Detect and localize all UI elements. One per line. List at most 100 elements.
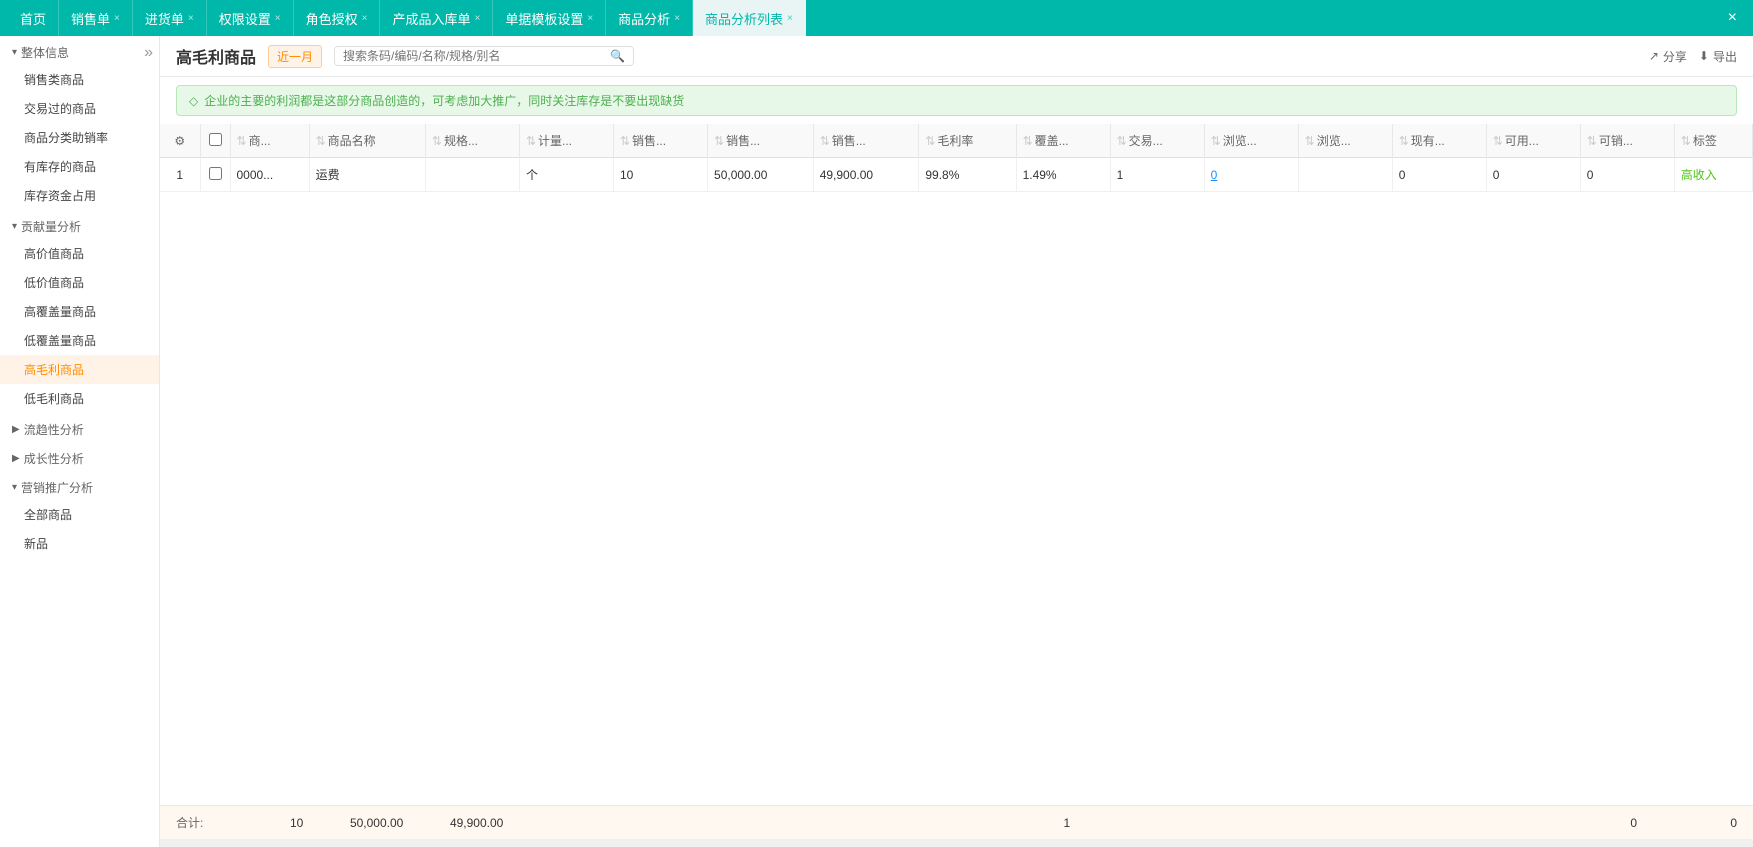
nav-goods-analysis-list[interactable]: 商品分析列表 × — [693, 0, 806, 36]
bottom-scrollbar[interactable] — [160, 839, 1753, 847]
col-header-name[interactable]: ⇅商品名称 — [309, 124, 425, 158]
nav-purchase-order[interactable]: 进货单 × — [133, 0, 207, 36]
period-button[interactable]: 近一月 — [268, 45, 322, 68]
table-footer: 合计: 10 50,000.00 49,900.00 1 0 0 — [160, 805, 1753, 839]
close-analysis-icon[interactable]: × — [674, 13, 680, 24]
close-permission-icon[interactable]: × — [275, 13, 281, 24]
share-icon: ↗ — [1649, 49, 1659, 63]
header-actions: ↗ 分享 ⬇ 导出 — [1649, 48, 1737, 65]
sidebar-group-contribution[interactable]: ▾ 贡献量分析 — [0, 210, 159, 239]
sidebar-group-overall[interactable]: ▾ 整体信息 — [0, 36, 159, 65]
arrow-right-icon: ▶ — [12, 424, 20, 435]
page-title: 高毛利商品 — [176, 44, 256, 68]
close-purchase-order-icon[interactable]: × — [188, 13, 194, 24]
cell-available: 0 — [1486, 158, 1580, 192]
close-analysis-list-icon[interactable]: × — [787, 13, 793, 24]
sidebar: » ▾ 整体信息 销售类商品 交易过的商品 商品分类助销率 有库存的商品 库存资… — [0, 36, 160, 847]
footer-sales2: 50,000.00 — [323, 816, 403, 830]
cell-sales3: 49,900.00 — [813, 158, 919, 192]
col-header-current[interactable]: ⇅现有... — [1392, 124, 1486, 158]
cell-coverage: 1.49% — [1016, 158, 1110, 192]
close-sales-order-icon[interactable]: × — [114, 13, 120, 24]
col-header-sales1[interactable]: ⇅销售... — [613, 124, 707, 158]
select-all-checkbox[interactable] — [209, 133, 222, 146]
cell-code: 0000... — [230, 158, 309, 192]
sidebar-group-trend[interactable]: ▶ 流趋性分析 — [0, 413, 159, 442]
cell-current: 0 — [1392, 158, 1486, 192]
nav-home[interactable]: 首页 — [8, 0, 59, 36]
table-row: 1 0000... 运费 个 10 50,000.00 49,900.00 99… — [160, 158, 1753, 192]
arrow-down-icon3: ▾ — [12, 482, 17, 493]
search-input[interactable] — [343, 49, 604, 63]
col-header-margin[interactable]: ⇅毛利率 — [919, 124, 1016, 158]
cell-sales2: 50,000.00 — [708, 158, 814, 192]
cell-unit: 个 — [519, 158, 613, 192]
info-icon: ◇ — [189, 94, 198, 108]
close-warehouse-icon[interactable]: × — [474, 13, 480, 24]
cell-trade: 1 — [1110, 158, 1204, 192]
col-header-sales3[interactable]: ⇅销售... — [813, 124, 919, 158]
cell-name: 运费 — [309, 158, 425, 192]
sidebar-item-high-coverage[interactable]: 高覆盖量商品 — [0, 297, 159, 326]
sidebar-item-in-stock[interactable]: 有库存的商品 — [0, 152, 159, 181]
sidebar-group-marketing[interactable]: ▾ 营销推广分析 — [0, 471, 159, 500]
col-header-seq[interactable]: ⚙ — [160, 124, 200, 158]
footer-sales1: 10 — [223, 816, 303, 830]
footer-trade: 1 — [990, 816, 1070, 830]
col-header-trade[interactable]: ⇅交易... — [1110, 124, 1204, 158]
footer-available: 0 — [1657, 816, 1737, 830]
sidebar-item-low-coverage[interactable]: 低覆盖量商品 — [0, 326, 159, 355]
sidebar-item-new-goods[interactable]: 新品 — [0, 529, 159, 558]
sidebar-collapse-button[interactable]: » — [144, 44, 153, 62]
sidebar-item-low-margin[interactable]: 低毛利商品 — [0, 384, 159, 413]
share-button[interactable]: ↗ 分享 — [1649, 48, 1687, 65]
col-header-tag[interactable]: ⇅标签 — [1674, 124, 1752, 158]
sidebar-item-high-value[interactable]: 高价值商品 — [0, 239, 159, 268]
arrow-down-icon: ▾ — [12, 47, 17, 58]
sidebar-item-all-goods[interactable]: 全部商品 — [0, 500, 159, 529]
col-header-browse1[interactable]: ⇅浏览... — [1204, 124, 1298, 158]
cell-tag: 高收入 — [1674, 158, 1752, 192]
sidebar-item-category-rate[interactable]: 商品分类助销率 — [0, 123, 159, 152]
row-checkbox[interactable] — [209, 167, 222, 180]
col-header-code[interactable]: ⇅商... — [230, 124, 309, 158]
footer-sales3: 49,900.00 — [423, 816, 503, 830]
nav-template-settings[interactable]: 单据模板设置 × — [493, 0, 606, 36]
nav-role-auth[interactable]: 角色授权 × — [294, 0, 381, 36]
export-button[interactable]: ⬇ 导出 — [1699, 48, 1737, 65]
nav-sales-order[interactable]: 销售单 × — [59, 0, 133, 36]
sidebar-item-sales-goods[interactable]: 销售类商品 — [0, 65, 159, 94]
col-header-available[interactable]: ⇅可用... — [1486, 124, 1580, 158]
col-header-sales2[interactable]: ⇅销售... — [708, 124, 814, 158]
data-table: ⚙ ⇅商... ⇅商品名称 ⇅规格... — [160, 124, 1753, 192]
nav-product-warehouse[interactable]: 产成品入库单 × — [380, 0, 493, 36]
col-header-check[interactable] — [200, 124, 230, 158]
table-container[interactable]: ⚙ ⇅商... ⇅商品名称 ⇅规格... — [160, 124, 1753, 805]
close-role-icon[interactable]: × — [362, 13, 368, 24]
settings-icon[interactable]: ⚙ — [174, 134, 185, 148]
search-icon[interactable]: 🔍 — [610, 49, 625, 63]
nav-permission-settings[interactable]: 权限设置 × — [207, 0, 294, 36]
cell-spec — [425, 158, 519, 192]
col-header-browse2[interactable]: ⇅浏览... — [1298, 124, 1392, 158]
close-all-button[interactable]: × — [1720, 9, 1745, 27]
search-box: 🔍 — [334, 46, 634, 66]
cell-browse1[interactable]: 0 — [1204, 158, 1298, 192]
sidebar-item-stock-funds[interactable]: 库存资金占用 — [0, 181, 159, 210]
info-banner: ◇ 企业的主要的利润都是这部分商品创造的，可考虑加大推广，同时关注库存是不要出现… — [176, 85, 1737, 116]
footer-current: 0 — [1557, 816, 1637, 830]
cell-check[interactable] — [200, 158, 230, 192]
col-header-saleable[interactable]: ⇅可销... — [1580, 124, 1674, 158]
col-header-spec[interactable]: ⇅规格... — [425, 124, 519, 158]
sidebar-item-low-value[interactable]: 低价值商品 — [0, 268, 159, 297]
col-header-coverage[interactable]: ⇅覆盖... — [1016, 124, 1110, 158]
cell-sales1: 10 — [613, 158, 707, 192]
close-template-icon[interactable]: × — [587, 13, 593, 24]
sidebar-item-high-margin[interactable]: 高毛利商品 — [0, 355, 159, 384]
table-header-row: ⚙ ⇅商... ⇅商品名称 ⇅规格... — [160, 124, 1753, 158]
sidebar-item-traded-goods[interactable]: 交易过的商品 — [0, 94, 159, 123]
cell-saleable: 0 — [1580, 158, 1674, 192]
sidebar-group-growth[interactable]: ▶ 成长性分析 — [0, 442, 159, 471]
nav-goods-analysis[interactable]: 商品分析 × — [606, 0, 693, 36]
col-header-unit[interactable]: ⇅计量... — [519, 124, 613, 158]
